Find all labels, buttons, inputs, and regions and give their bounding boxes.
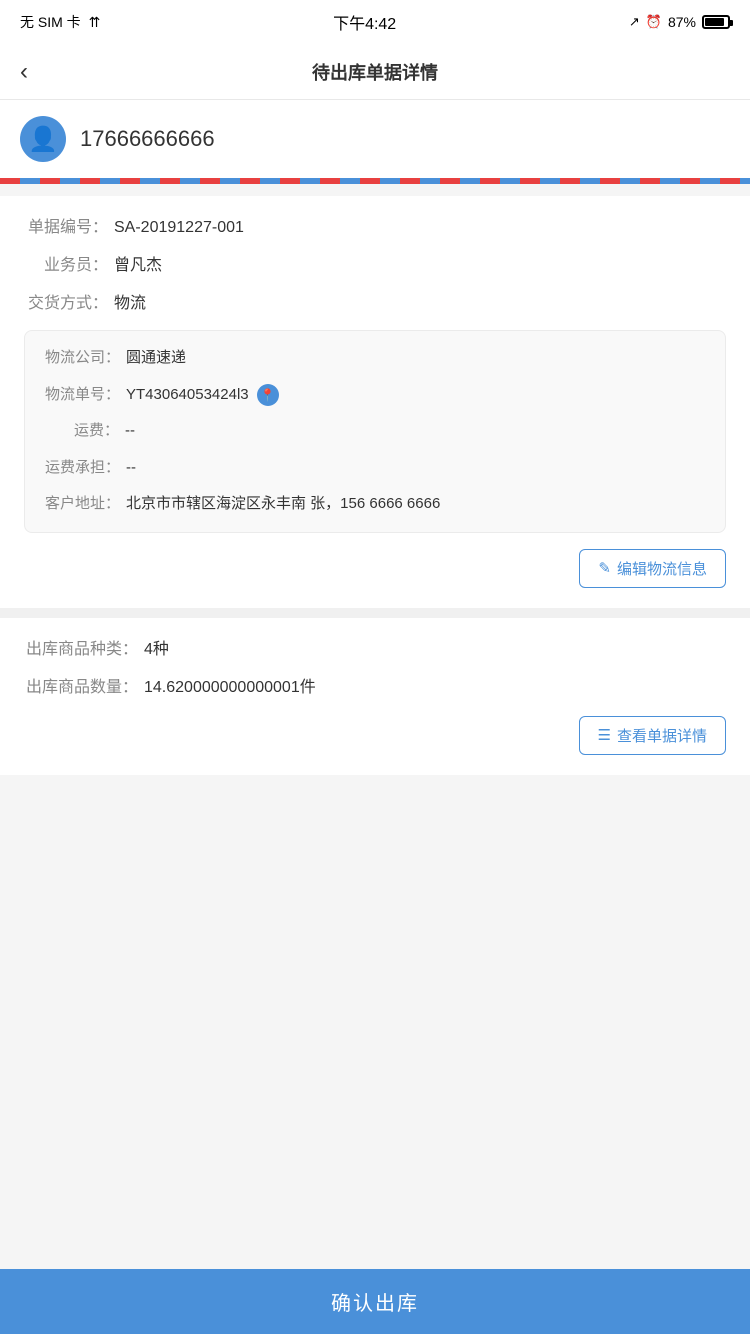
- logistics-company-label: 物流公司：: [45, 347, 126, 370]
- page-title: 待出库单据详情: [312, 59, 438, 85]
- address-value: 北京市市辖区海淀区永丰南 张，156 6666 6666: [126, 493, 705, 516]
- delivery-method-label: 交货方式：: [24, 292, 114, 316]
- status-bar-time: 下午4:42: [333, 10, 396, 34]
- status-bar-left: 无 SIM 卡 ⇈: [20, 12, 100, 32]
- delivery-method-row: 交货方式： 物流: [24, 292, 726, 316]
- tracking-number-value: YT43064053424l3 📍: [126, 384, 705, 407]
- avatar-icon: 👤: [28, 125, 58, 154]
- status-bar: 无 SIM 卡 ⇈ 下午4:42 ↗ ⏰ 87%: [0, 0, 750, 44]
- detail-icon: ☰: [598, 726, 611, 744]
- goods-quantity-label: 出库商品数量：: [24, 676, 144, 700]
- tracking-number-label: 物流单号：: [45, 384, 126, 407]
- goods-quantity-row: 出库商品数量： 14.620000000000001件: [24, 676, 726, 700]
- location-status-icon: ↗: [629, 14, 640, 30]
- avatar: 👤: [20, 116, 66, 162]
- bottom-bar: 确认出库: [0, 1269, 750, 1334]
- goods-types-label: 出库商品种类：: [24, 638, 144, 662]
- salesperson-row: 业务员： 曾凡杰: [24, 254, 726, 278]
- goods-types-value: 4种: [144, 638, 726, 662]
- freight-bearer-label: 运费承担：: [45, 457, 126, 480]
- status-bar-right: ↗ ⏰ 87%: [629, 14, 730, 30]
- carrier-label: 无 SIM 卡: [20, 12, 81, 32]
- edit-logistics-label: 编辑物流信息: [617, 558, 707, 579]
- edit-icon: ✎: [598, 559, 611, 577]
- section-divider: [0, 608, 750, 618]
- freight-row: 运费： --: [45, 420, 705, 443]
- freight-bearer-value: --: [126, 457, 705, 480]
- logistics-company-value: 圆通速递: [126, 347, 705, 370]
- document-number-label: 单据编号：: [24, 216, 114, 240]
- tracking-number-row: 物流单号： YT43064053424l3 📍: [45, 384, 705, 407]
- dashed-divider: [0, 178, 750, 184]
- freight-value: --: [125, 420, 705, 443]
- delivery-method-value: 物流: [114, 292, 726, 316]
- battery-label: 87%: [668, 14, 696, 30]
- edit-logistics-button[interactable]: ✎ 编辑物流信息: [579, 549, 726, 588]
- freight-bearer-row: 运费承担： --: [45, 457, 705, 480]
- goods-quantity-value: 14.620000000000001件: [144, 676, 726, 700]
- battery-indicator: [702, 15, 730, 29]
- address-label: 客户地址：: [45, 493, 126, 516]
- alarm-icon: ⏰: [646, 14, 662, 30]
- document-number-row: 单据编号： SA-20191227-001: [24, 216, 726, 240]
- view-detail-container: ☰ 查看单据详情: [24, 716, 726, 755]
- logistics-section: 物流公司： 圆通速递 物流单号： YT43064053424l3 📍 运费： -…: [24, 330, 726, 533]
- order-info-section: 单据编号： SA-20191227-001 业务员： 曾凡杰 交货方式： 物流 …: [0, 196, 750, 608]
- view-detail-button[interactable]: ☰ 查看单据详情: [579, 716, 726, 755]
- salesperson-value: 曾凡杰: [114, 254, 726, 278]
- document-number-value: SA-20191227-001: [114, 216, 726, 240]
- nav-bar: ‹ 待出库单据详情: [0, 44, 750, 100]
- goods-section: 出库商品种类： 4种 出库商品数量： 14.620000000000001件 ☰…: [0, 618, 750, 775]
- salesperson-label: 业务员：: [24, 254, 114, 278]
- page-spacer: [0, 775, 750, 895]
- goods-types-row: 出库商品种类： 4种: [24, 638, 726, 662]
- confirm-outbound-button[interactable]: 确认出库: [331, 1287, 419, 1316]
- wifi-icon: ⇈: [89, 14, 101, 31]
- freight-label: 运费：: [45, 420, 125, 443]
- battery-fill: [705, 18, 724, 26]
- logistics-company-row: 物流公司： 圆通速递: [45, 347, 705, 370]
- address-row: 客户地址： 北京市市辖区海淀区永丰南 张，156 6666 6666: [45, 493, 705, 516]
- customer-header: 👤 17666666666: [0, 100, 750, 178]
- edit-logistics-container: ✎ 编辑物流信息: [24, 549, 726, 588]
- tracking-location-icon[interactable]: 📍: [257, 384, 279, 406]
- back-button[interactable]: ‹: [12, 50, 36, 94]
- view-detail-label: 查看单据详情: [617, 725, 707, 746]
- customer-phone: 17666666666: [80, 126, 215, 152]
